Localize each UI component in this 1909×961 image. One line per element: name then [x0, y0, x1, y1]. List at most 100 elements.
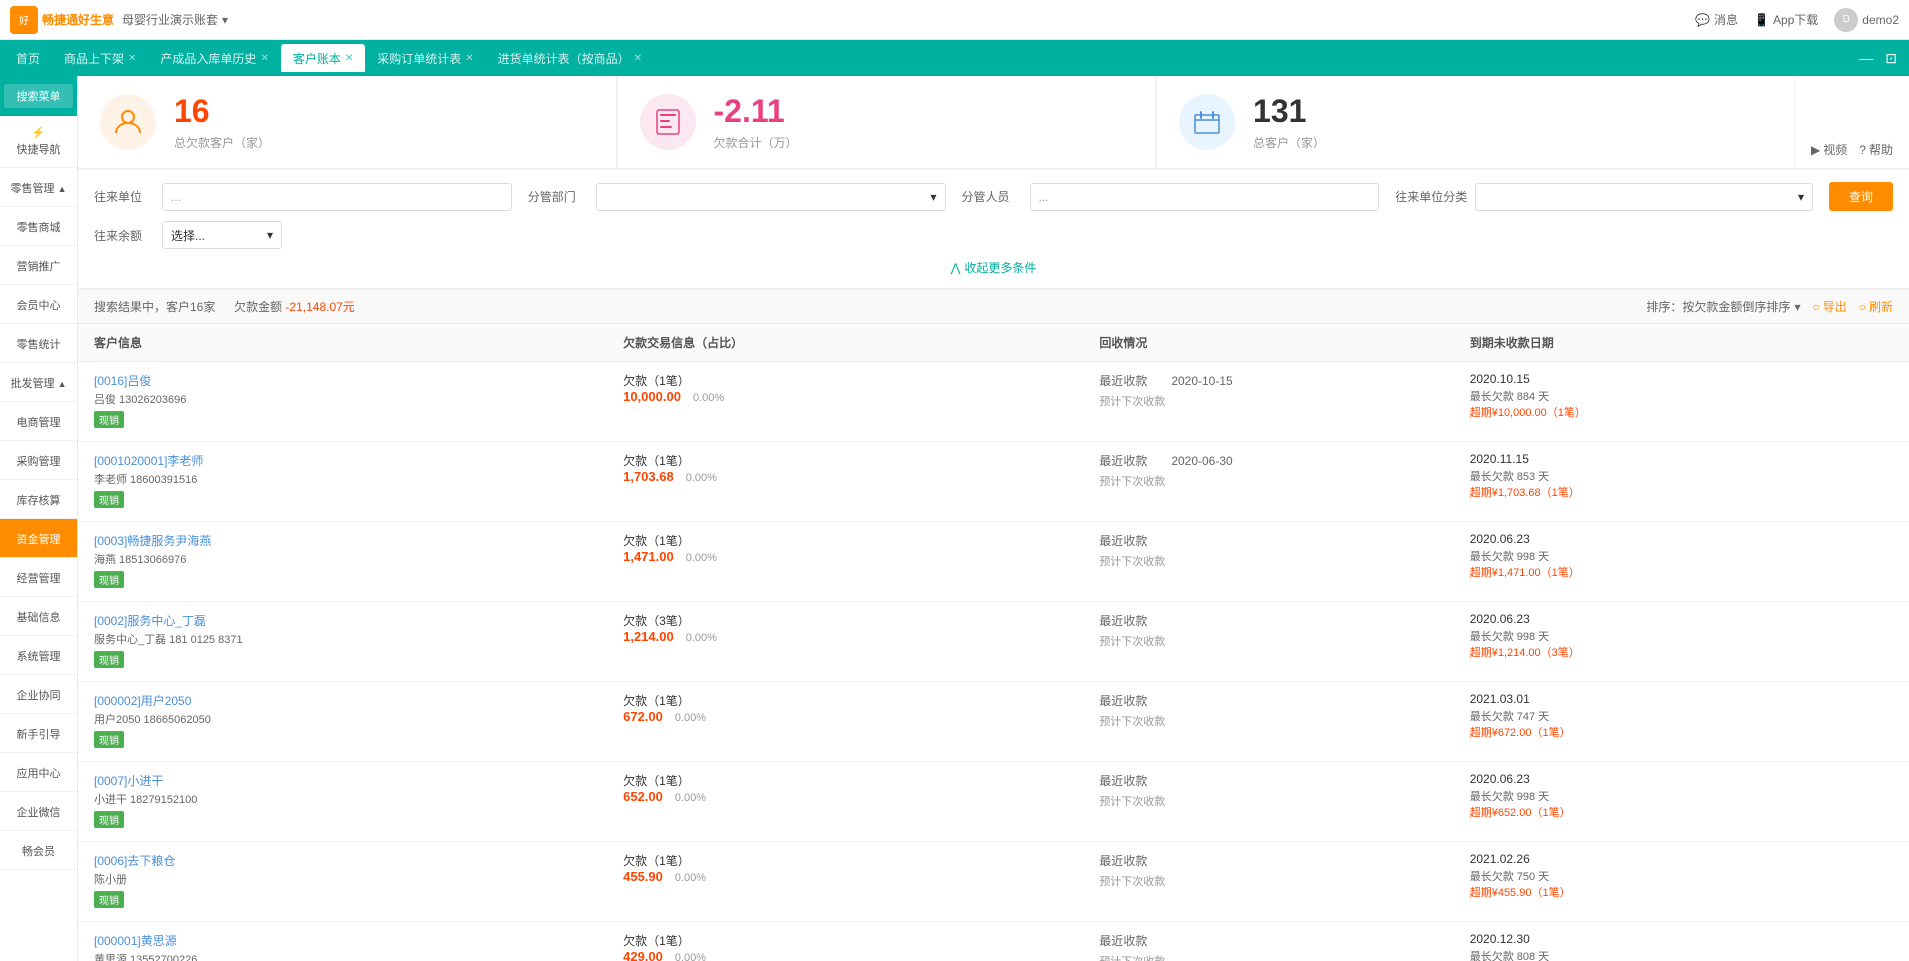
company-selector[interactable]: 母婴行业演示账套 ▾: [122, 11, 228, 28]
stat-card-total-customers: 131 总客户（家）: [1156, 76, 1795, 168]
sort-selector[interactable]: 排序：按欠款金额倒序排序 ▾: [1646, 298, 1800, 315]
table-row: [0001020001]李老师 李老师 18600391516 现销 欠款（1笔…: [78, 442, 1909, 522]
stat-info-debt: 16 总欠款客户（家）: [174, 93, 270, 151]
sidebar-item-corp-wechat[interactable]: 企业微信: [0, 792, 77, 831]
debt-amount[interactable]: 455.90: [623, 869, 663, 884]
debt-count: 欠款（1笔）: [623, 852, 1099, 869]
debt-amount[interactable]: 10,000.00: [623, 389, 681, 404]
debt-percent: 0.00%: [675, 712, 706, 724]
close-icon[interactable]: ✕: [465, 53, 473, 64]
debt-customers-icon: [98, 92, 158, 152]
person-input[interactable]: ...: [1030, 183, 1380, 211]
overdue-amount[interactable]: 超期¥1,703.68（1笔）: [1470, 487, 1580, 499]
marketing-label: 营销推广: [4, 258, 73, 274]
sidebar-item-retail-mall[interactable]: 零售商城: [0, 207, 77, 246]
sidebar-item-member-center[interactable]: 会员中心: [0, 285, 77, 324]
sidebar-item-member[interactable]: 畅会员: [0, 831, 77, 870]
balance-select[interactable]: 选择... ▾: [162, 221, 282, 249]
collapse-row: ⋀ 收起更多条件: [94, 259, 1893, 276]
customer-name-link[interactable]: [000002]用户2050: [94, 694, 191, 708]
customer-name-link[interactable]: [000001]黄思源: [94, 934, 177, 948]
sidebar-item-retail-stats[interactable]: 零售统计: [0, 324, 77, 363]
sidebar-item-batch-mgmt[interactable]: 批发管理 ▲: [0, 363, 77, 402]
query-button[interactable]: 查询: [1829, 182, 1893, 211]
sidebar-item-retail-mgmt[interactable]: 零售管理 ▲: [0, 168, 77, 207]
debt-amount[interactable]: 1,471.00: [623, 549, 674, 564]
sidebar-item-finance[interactable]: 资金管理: [0, 519, 77, 558]
filter-row-2: 往来余额 选择... ▾: [94, 221, 1893, 249]
table-header: 客户信息 欠款交易信息（占比） 回收情况 到期未收款日期: [78, 324, 1909, 362]
overdue-amount[interactable]: 超期¥1,214.00（3笔）: [1470, 647, 1580, 659]
sidebar: 搜索菜单 ⚡ 快捷导航 零售管理 ▲ 零售商城 营销推广 会员中心 零售统计 批…: [0, 76, 78, 961]
user-menu[interactable]: D demo2: [1834, 8, 1899, 32]
minimize-icon[interactable]: —: [1855, 48, 1877, 69]
sidebar-item-system-mgmt[interactable]: 系统管理: [0, 636, 77, 675]
close-icon[interactable]: ✕: [634, 53, 642, 64]
overdue-amount[interactable]: 超期¥652.00（1笔）: [1470, 807, 1571, 819]
search-menu-btn[interactable]: 搜索菜单: [4, 84, 73, 108]
sidebar-item-quick-nav[interactable]: ⚡ 快捷导航: [0, 116, 77, 168]
sidebar-item-ecommerce[interactable]: 电商管理: [0, 402, 77, 441]
corp-collab-label: 企业协同: [4, 687, 73, 703]
recovery-cell: 最近收款 预计下次收款: [1099, 532, 1469, 569]
app-download-btn[interactable]: 📱 App下载: [1754, 11, 1818, 28]
due-date-cell: 2021.02.26 最长欠款 750 天 超期¥455.90（1笔）: [1470, 852, 1893, 900]
supplier-input[interactable]: ...: [162, 183, 512, 211]
video-icon: ▶: [1811, 143, 1820, 157]
company-name: 母婴行业演示账套: [122, 11, 218, 28]
overdue-amount[interactable]: 超期¥672.00（1笔）: [1470, 727, 1571, 739]
close-icon[interactable]: ✕: [128, 53, 136, 64]
overdue-amount[interactable]: 超期¥10,000.00（1笔）: [1470, 407, 1586, 419]
supplier-dots: ...: [171, 190, 181, 204]
sidebar-item-app-center[interactable]: 应用中心: [0, 753, 77, 792]
help-btn[interactable]: ? 帮助: [1859, 141, 1893, 158]
tab-production-history[interactable]: 产成品入库单历史 ✕: [148, 44, 280, 72]
due-date-cell: 2020.06.23 最长欠款 998 天 超期¥652.00（1笔）: [1470, 772, 1893, 820]
sidebar-item-basic-info[interactable]: 基础信息: [0, 597, 77, 636]
tab-customer-account[interactable]: 客户账本 ✕: [281, 44, 365, 72]
category-select[interactable]: ▾: [1475, 183, 1813, 211]
recovery-next: 预计下次收款: [1099, 553, 1469, 569]
refresh-btn[interactable]: ○ 刷新: [1859, 298, 1893, 315]
message-btn[interactable]: 💬 消息: [1695, 11, 1738, 28]
stat-card-actions: ▶ 视频 ? 帮助: [1795, 76, 1909, 168]
sidebar-item-marketing[interactable]: 营销推广: [0, 246, 77, 285]
dept-select[interactable]: ▾: [596, 183, 946, 211]
tab-purchase-stats[interactable]: 进货单统计表（按商品） ✕: [486, 44, 654, 72]
customer-name-link[interactable]: [0003]畅捷服务尹海燕: [94, 534, 211, 548]
export-btn[interactable]: ○ 导出: [1812, 298, 1846, 315]
debt-amount[interactable]: 1,703.68: [623, 469, 674, 484]
results-bar: 搜索结果中，客户16家 欠款金额 -21,148.07元 排序：按欠款金额倒序排…: [78, 290, 1909, 324]
basic-info-label: 基础信息: [4, 609, 73, 625]
maximize-icon[interactable]: ⊡: [1881, 48, 1901, 69]
sidebar-item-inventory[interactable]: 库存核算: [0, 480, 77, 519]
customer-info-cell: [0002]服务中心_丁磊 服务中心_丁磊 181 0125 8371 现销: [94, 612, 623, 668]
overdue-days: 最长欠款 884 天: [1470, 388, 1893, 404]
close-icon[interactable]: ✕: [260, 53, 268, 64]
customer-name-link[interactable]: [0007]小进干: [94, 774, 163, 788]
customer-name-link[interactable]: [0002]服务中心_丁磊: [94, 614, 206, 628]
overdue-amount[interactable]: 超期¥455.90（1笔）: [1470, 887, 1571, 899]
customer-name-link[interactable]: [0006]去下粮仓: [94, 854, 175, 868]
customer-name-link[interactable]: [0016]吕俊: [94, 374, 151, 388]
quick-nav-label: 快捷导航: [4, 141, 73, 157]
sidebar-item-corp-collab[interactable]: 企业协同: [0, 675, 77, 714]
tab-home[interactable]: 首页: [4, 44, 52, 72]
debt-amount[interactable]: 652.00: [623, 789, 663, 804]
video-btn[interactable]: ▶ 视频: [1811, 141, 1847, 158]
overdue-days: 最长欠款 998 天: [1470, 628, 1893, 644]
recovery-next: 预计下次收款: [1099, 393, 1469, 409]
finance-label: 资金管理: [4, 531, 73, 547]
debt-amount[interactable]: 1,214.00: [623, 629, 674, 644]
sidebar-item-ops-mgmt[interactable]: 经营管理: [0, 558, 77, 597]
debt-amount[interactable]: 672.00: [623, 709, 663, 724]
debt-amount[interactable]: 429.00: [623, 949, 663, 961]
collapse-btn[interactable]: ⋀ 收起更多条件: [951, 259, 1037, 276]
tab-purchase-summary[interactable]: 采购订单统计表 ✕: [365, 44, 485, 72]
tab-product-shelf[interactable]: 商品上下架 ✕: [52, 44, 148, 72]
close-icon[interactable]: ✕: [345, 53, 353, 64]
sidebar-item-purchase-mgmt[interactable]: 采购管理: [0, 441, 77, 480]
overdue-amount[interactable]: 超期¥1,471.00（1笔）: [1470, 567, 1580, 579]
customer-name-link[interactable]: [0001020001]李老师: [94, 454, 203, 468]
sidebar-item-new-guide[interactable]: 新手引导: [0, 714, 77, 753]
